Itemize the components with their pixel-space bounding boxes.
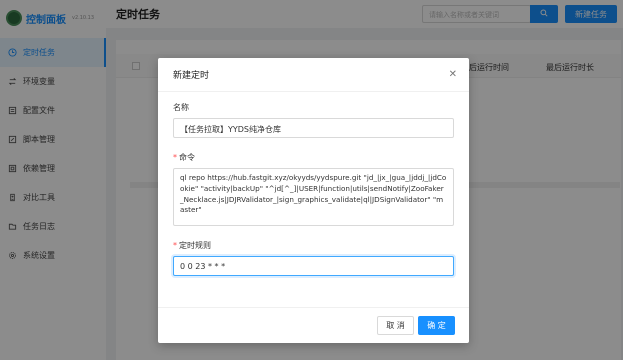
cancel-button[interactable]: 取 消 (377, 316, 414, 335)
cron-form: 名称 【任务拉取】YYDS纯净仓库 * 命令 ql repo https://hu… (158, 92, 469, 276)
name-field: 名称 【任务拉取】YYDS纯净仓库 (173, 102, 454, 138)
command-label-wrap: * 命令 (173, 152, 454, 163)
cron-field: * 定时规则 0 0 23 * * * (173, 240, 454, 276)
confirm-button[interactable]: 确 定 (418, 316, 455, 335)
name-label: 名称 (173, 103, 189, 112)
cron-label-wrap: * 定时规则 (173, 240, 454, 251)
command-field: * 命令 ql repo https://hub.fastgit.xyz/okyy… (173, 152, 454, 226)
dialog-header: 新建定时 (158, 58, 469, 92)
command-textarea[interactable]: ql repo https://hub.fastgit.xyz/okyyds/y… (173, 168, 454, 226)
command-label: 命令 (179, 153, 195, 162)
required-marker: * (173, 153, 177, 162)
dialog-title: 新建定时 (173, 71, 210, 81)
close-icon[interactable]: ✕ (449, 69, 457, 80)
cron-label: 定时规则 (179, 241, 211, 250)
new-cron-dialog: 新建定时 ✕ 名称 【任务拉取】YYDS纯净仓库 * 命令 ql repo htt… (158, 58, 469, 343)
name-input[interactable]: 【任务拉取】YYDS纯净仓库 (173, 118, 454, 138)
cron-input[interactable]: 0 0 23 * * * (173, 256, 454, 276)
required-marker: * (173, 241, 177, 250)
dialog-footer: 取 消 确 定 (158, 307, 469, 343)
